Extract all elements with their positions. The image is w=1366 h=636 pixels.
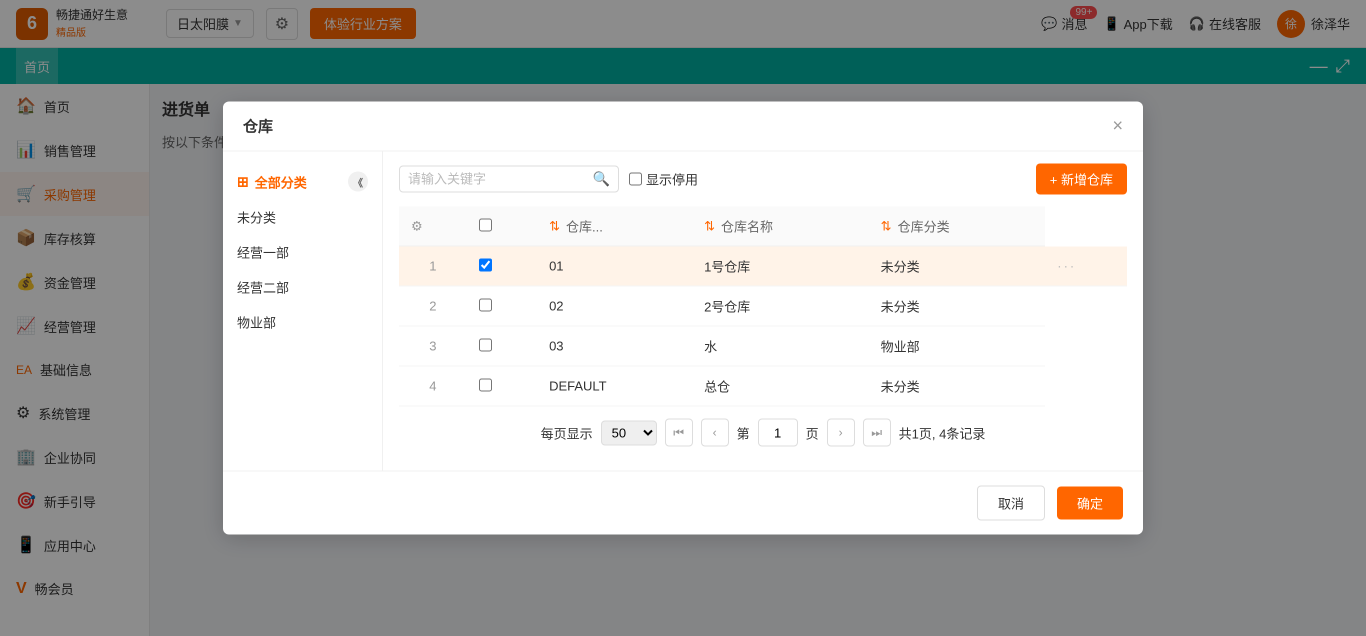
table-row[interactable]: 4 DEFAULT 总仓 未分类 <box>399 366 1127 406</box>
category-label: 经营二部 <box>237 281 289 296</box>
next-page-button[interactable]: › <box>827 419 855 447</box>
row-num-cell: 3 <box>399 326 467 366</box>
first-page-button[interactable]: ⏮ <box>665 419 693 447</box>
table-row[interactable]: 2 02 2号仓库 未分类 <box>399 286 1127 326</box>
row-name-cell: 2号仓库 <box>692 286 869 326</box>
category-item-property[interactable]: 物业部 <box>223 305 382 340</box>
modal-toolbar: 🔍 显示停用 + 新增仓库 <box>399 164 1127 195</box>
row-checkbox-cell[interactable] <box>467 286 537 326</box>
grid-icon: ⊞ <box>237 173 249 190</box>
category-item-uncategorized[interactable]: 未分类 <box>223 200 382 235</box>
row-category-cell: 物业部 <box>869 326 1046 366</box>
category-label: 物业部 <box>237 316 276 331</box>
category-label: 未分类 <box>237 211 276 226</box>
row-category-cell: 未分类 <box>869 286 1046 326</box>
row-code-cell: 02 <box>537 286 692 326</box>
show-disabled-checkbox[interactable]: 显示停用 <box>629 170 698 189</box>
add-warehouse-button[interactable]: + 新增仓库 <box>1036 164 1127 195</box>
show-disabled-input[interactable] <box>629 173 642 186</box>
confirm-button[interactable]: 确定 <box>1057 487 1123 520</box>
row-ellipsis[interactable]: ··· <box>1045 246 1127 286</box>
warehouse-table: ⚙ ⇅ 仓库... ⇅ 仓库名称 <box>399 207 1127 407</box>
row-checkbox[interactable] <box>479 378 492 391</box>
page-suffix: 页 <box>806 423 819 442</box>
row-checkbox-cell[interactable] <box>467 326 537 366</box>
col-gear: ⚙ <box>399 207 467 247</box>
row-code-cell: 01 <box>537 246 692 286</box>
modal-footer: 取消 确定 <box>223 471 1143 535</box>
col-name: ⇅ 仓库名称 <box>692 207 869 247</box>
table-row[interactable]: 1 01 1号仓库 未分类 ··· <box>399 246 1127 286</box>
modal-main: 🔍 显示停用 + 新增仓库 ⚙ <box>383 152 1143 471</box>
row-num-cell: 4 <box>399 366 467 406</box>
row-name-cell: 总仓 <box>692 366 869 406</box>
col-name-label: 仓库名称 <box>721 217 773 236</box>
col-category-label: 仓库分类 <box>898 217 950 236</box>
row-checkbox[interactable] <box>479 338 492 351</box>
modal-title: 仓库 <box>243 116 273 137</box>
row-checkbox[interactable] <box>479 298 492 311</box>
category-item-dept2[interactable]: 经营二部 <box>223 270 382 305</box>
select-all-checkbox[interactable] <box>479 218 492 231</box>
pagination: 每页显示 50 20 100 ⏮ ‹ 第 页 › ⏭ 共1页, 4条记录 <box>399 407 1127 459</box>
collapse-button[interactable]: 《 <box>348 172 368 192</box>
row-checkbox-cell[interactable] <box>467 366 537 406</box>
search-input-wrap: 🔍 <box>399 166 619 193</box>
row-category-cell: 未分类 <box>869 246 1046 286</box>
row-num-cell: 2 <box>399 286 467 326</box>
row-code-cell: DEFAULT <box>537 366 692 406</box>
modal-body: ⊞ 全部分类 《 未分类 经营一部 经营二部 物业部 🔍 <box>223 152 1143 471</box>
total-info: 共1页, 4条记录 <box>899 423 986 442</box>
last-page-button[interactable]: ⏭ <box>863 419 891 447</box>
category-item-dept1[interactable]: 经营一部 <box>223 235 382 270</box>
warehouse-modal: 仓库 × ⊞ 全部分类 《 未分类 经营一部 经营二部 物业部 <box>223 102 1143 535</box>
sort-icon: ⇅ <box>881 218 892 234</box>
per-page-label: 每页显示 <box>541 423 593 442</box>
col-code-label: 仓库... <box>566 217 603 236</box>
modal-sidebar: ⊞ 全部分类 《 未分类 经营一部 经营二部 物业部 <box>223 152 383 471</box>
row-code-cell: 03 <box>537 326 692 366</box>
page-input[interactable] <box>758 419 798 447</box>
search-input[interactable] <box>408 172 593 187</box>
col-checkbox <box>467 207 537 247</box>
per-page-select[interactable]: 50 20 100 <box>601 420 657 445</box>
table-container: ⚙ ⇅ 仓库... ⇅ 仓库名称 <box>399 207 1127 407</box>
table-row[interactable]: 3 03 水 物业部 <box>399 326 1127 366</box>
row-name-cell: 1号仓库 <box>692 246 869 286</box>
row-num-cell: 1 <box>399 246 467 286</box>
row-checkbox[interactable] <box>479 258 492 271</box>
page-label: 第 <box>737 423 750 442</box>
col-category: ⇅ 仓库分类 <box>869 207 1046 247</box>
sort-icon: ⇅ <box>549 218 560 234</box>
show-disabled-label: 显示停用 <box>646 170 698 189</box>
category-label: 经营一部 <box>237 246 289 261</box>
search-icon[interactable]: 🔍 <box>593 171 610 188</box>
all-category-label: 全部分类 <box>255 172 307 191</box>
row-name-cell: 水 <box>692 326 869 366</box>
row-checkbox-cell[interactable] <box>467 246 537 286</box>
sort-icon: ⇅ <box>704 218 715 234</box>
cancel-button[interactable]: 取消 <box>977 486 1045 521</box>
col-code: ⇅ 仓库... <box>537 207 692 247</box>
modal-close-button[interactable]: × <box>1112 116 1123 137</box>
modal-header: 仓库 × <box>223 102 1143 152</box>
prev-page-button[interactable]: ‹ <box>701 419 729 447</box>
all-category-item[interactable]: ⊞ 全部分类 《 <box>223 164 382 200</box>
row-category-cell: 未分类 <box>869 366 1046 406</box>
